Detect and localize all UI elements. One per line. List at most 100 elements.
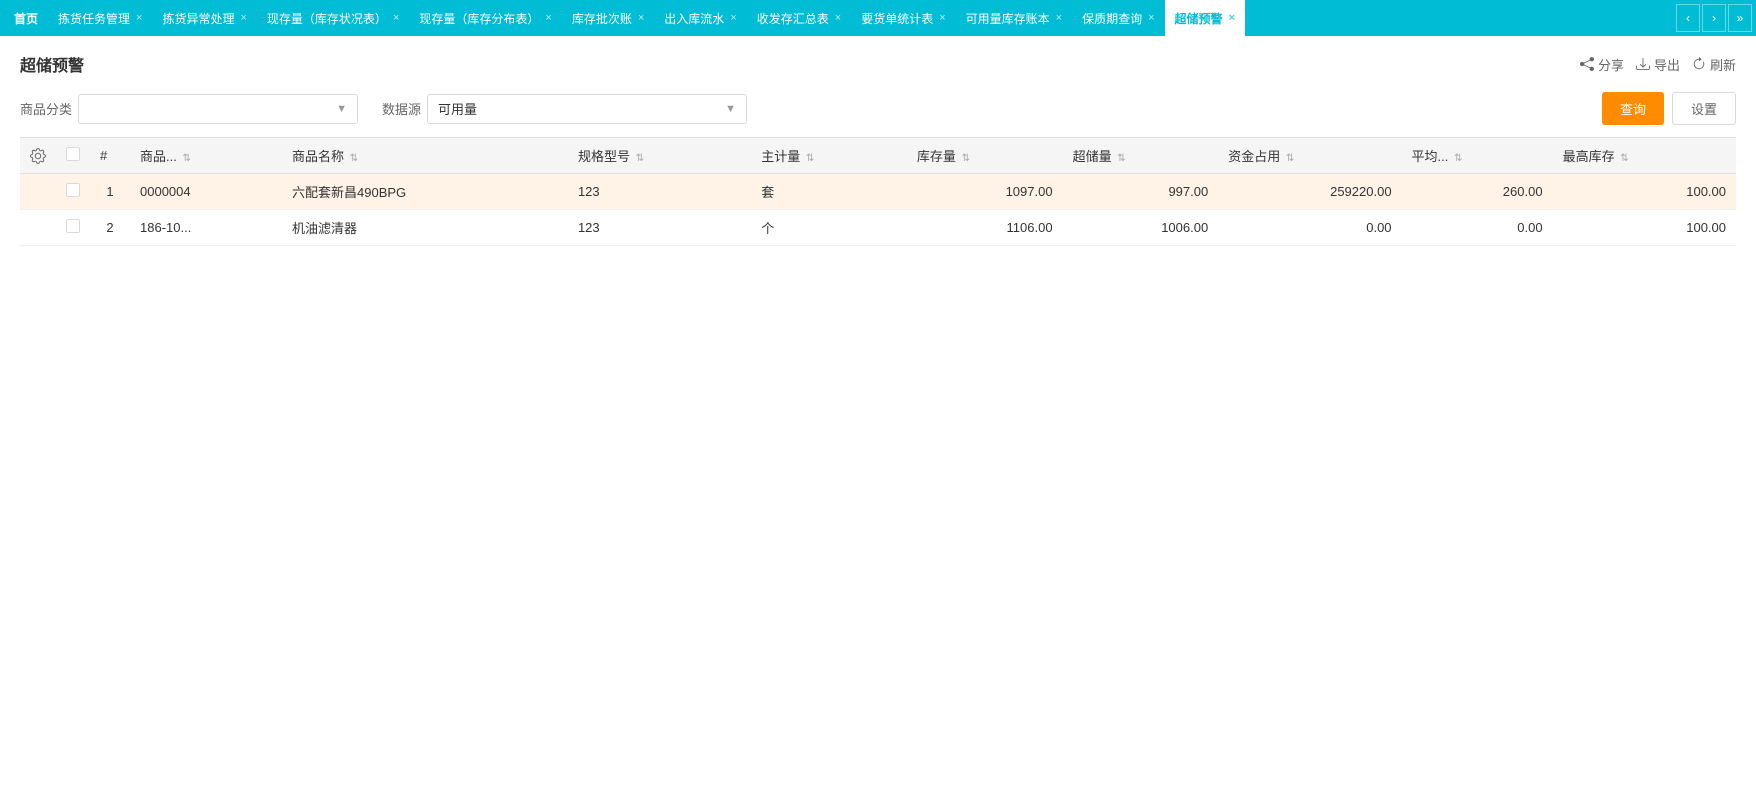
- data-table: # 商品... ⇅ 商品名称 ⇅ 规格型号 ⇅ 主计量 ⇅: [20, 137, 1736, 246]
- row-capital: 259220.00: [1218, 174, 1401, 210]
- col-header-unit[interactable]: 主计量 ⇅: [751, 138, 907, 174]
- page-title: 超储预警: [20, 52, 84, 76]
- nav-tab-2[interactable]: 拣货异常处理 ×: [152, 0, 256, 36]
- tab-close-icon[interactable]: ×: [939, 12, 945, 24]
- tab-close-icon[interactable]: ×: [393, 12, 399, 24]
- sort-icon: ⇅: [1454, 153, 1462, 164]
- row-overstock: 1006.00: [1063, 210, 1219, 246]
- table-header-row: # 商品... ⇅ 商品名称 ⇅ 规格型号 ⇅ 主计量 ⇅: [20, 138, 1736, 174]
- col-header-overstock[interactable]: 超储量 ⇅: [1063, 138, 1219, 174]
- row-checkbox[interactable]: [66, 183, 80, 197]
- row-index: 1: [90, 174, 130, 210]
- row-capital: 0.00: [1218, 210, 1401, 246]
- tab-close-icon[interactable]: ×: [545, 12, 551, 24]
- tab-label: 拣货异常处理: [162, 10, 234, 27]
- nav-tab-10[interactable]: 保质期查询 ×: [1072, 0, 1164, 36]
- row-product-name: 机油滤清器: [282, 210, 568, 246]
- col-header-max-stock[interactable]: 最高库存 ⇅: [1553, 138, 1736, 174]
- col-header-capital[interactable]: 资金占用 ⇅: [1218, 138, 1401, 174]
- nav-tab-9[interactable]: 可用量库存账本 ×: [956, 0, 1072, 36]
- nav-tab-5[interactable]: 库存批次账 ×: [562, 0, 654, 36]
- export-icon: [1636, 57, 1650, 71]
- share-button[interactable]: 分享: [1580, 55, 1624, 74]
- col-header-stock[interactable]: 库存量 ⇅: [907, 138, 1063, 174]
- tab-label: 出入库流水: [664, 10, 724, 27]
- col-header-avg[interactable]: 平均... ⇅: [1402, 138, 1553, 174]
- sort-icon: ⇅: [1286, 153, 1294, 164]
- tab-label: 库存批次账: [572, 10, 632, 27]
- tab-close-icon[interactable]: ×: [730, 12, 736, 24]
- tab-close-icon[interactable]: ×: [1229, 12, 1235, 24]
- nav-tab-home[interactable]: 首页: [4, 0, 48, 36]
- nav-expand-button[interactable]: »: [1728, 4, 1752, 32]
- col-header-index: #: [90, 138, 130, 174]
- datasource-filter: 数据源 可用量 ▼: [382, 94, 747, 124]
- tab-label: 现存量（库存状况表）: [267, 10, 387, 27]
- tab-label: 要货单统计表: [861, 10, 933, 27]
- nav-prev-button[interactable]: ‹: [1676, 4, 1700, 32]
- nav-next-button[interactable]: ›: [1702, 4, 1726, 32]
- query-button[interactable]: 查询: [1602, 92, 1664, 125]
- col-header-product-name[interactable]: 商品名称 ⇅: [282, 138, 568, 174]
- row-checkbox-cell[interactable]: [56, 210, 90, 246]
- sort-icon: ⇅: [182, 153, 190, 164]
- tab-label: 拣货任务管理: [58, 10, 130, 27]
- refresh-icon: [1692, 57, 1706, 71]
- datasource-select[interactable]: 可用量 ▼: [427, 94, 747, 124]
- row-max-stock: 100.00: [1553, 210, 1736, 246]
- nav-tab-1[interactable]: 拣货任务管理 ×: [48, 0, 152, 36]
- row-checkbox[interactable]: [66, 219, 80, 233]
- chevron-down-icon: ▼: [336, 103, 347, 115]
- row-settings-cell: [20, 174, 56, 210]
- export-button[interactable]: 导出: [1636, 55, 1680, 74]
- table-row: 2 186-10... 机油滤清器 123 个 1106.00 1006.00 …: [20, 210, 1736, 246]
- tab-label: 收发存汇总表: [757, 10, 829, 27]
- tab-close-icon[interactable]: ×: [638, 12, 644, 24]
- row-spec: 123: [568, 174, 751, 210]
- tab-close-icon[interactable]: ×: [136, 12, 142, 24]
- nav-tab-11[interactable]: 超储预警 ×: [1165, 0, 1245, 36]
- nav-tab-3[interactable]: 现存量（库存状况表） ×: [257, 0, 409, 36]
- tab-close-icon[interactable]: ×: [835, 12, 841, 24]
- row-avg: 0.00: [1402, 210, 1553, 246]
- row-product-name: 六配套新昌490BPG: [282, 174, 568, 210]
- sort-icon: ⇅: [962, 153, 970, 164]
- nav-tab-8[interactable]: 要货单统计表 ×: [851, 0, 955, 36]
- sort-icon: ⇅: [1117, 153, 1125, 164]
- row-overstock: 997.00: [1063, 174, 1219, 210]
- row-settings-cell: [20, 210, 56, 246]
- row-unit: 个: [751, 210, 907, 246]
- sort-icon: ⇅: [636, 153, 644, 164]
- col-header-settings[interactable]: [20, 138, 56, 174]
- row-product-code: 0000004: [130, 174, 282, 210]
- settings-button[interactable]: 设置: [1672, 92, 1736, 125]
- sort-icon: ⇅: [1620, 153, 1628, 164]
- sort-icon: ⇅: [806, 153, 814, 164]
- product-category-select[interactable]: ▼: [78, 94, 358, 124]
- row-index: 2: [90, 210, 130, 246]
- row-product-code: 186-10...: [130, 210, 282, 246]
- refresh-button[interactable]: 刷新: [1692, 55, 1736, 74]
- tab-close-icon[interactable]: ×: [1148, 12, 1154, 24]
- tab-close-icon[interactable]: ×: [240, 12, 246, 24]
- row-unit: 套: [751, 174, 907, 210]
- col-header-product-code[interactable]: 商品... ⇅: [130, 138, 282, 174]
- nav-tab-6[interactable]: 出入库流水 ×: [654, 0, 746, 36]
- select-all-checkbox[interactable]: [66, 147, 80, 161]
- row-checkbox-cell[interactable]: [56, 174, 90, 210]
- sort-icon: ⇅: [350, 153, 358, 164]
- tab-label: 可用量库存账本: [966, 10, 1050, 27]
- share-label: 分享: [1598, 55, 1624, 74]
- nav-tab-7[interactable]: 收发存汇总表 ×: [747, 0, 851, 36]
- nav-arrows: ‹ › »: [1676, 4, 1752, 32]
- table-body: 1 0000004 六配套新昌490BPG 123 套 1097.00 997.…: [20, 174, 1736, 246]
- product-category-label: 商品分类: [20, 99, 72, 118]
- tab-close-icon[interactable]: ×: [1056, 12, 1062, 24]
- table-row: 1 0000004 六配套新昌490BPG 123 套 1097.00 997.…: [20, 174, 1736, 210]
- nav-tab-4[interactable]: 现存量（库存分布表） ×: [409, 0, 561, 36]
- gear-icon: [30, 148, 46, 164]
- header-actions: 分享 导出 刷新: [1580, 55, 1736, 74]
- col-header-checkbox[interactable]: [56, 138, 90, 174]
- col-header-spec[interactable]: 规格型号 ⇅: [568, 138, 751, 174]
- export-label: 导出: [1654, 55, 1680, 74]
